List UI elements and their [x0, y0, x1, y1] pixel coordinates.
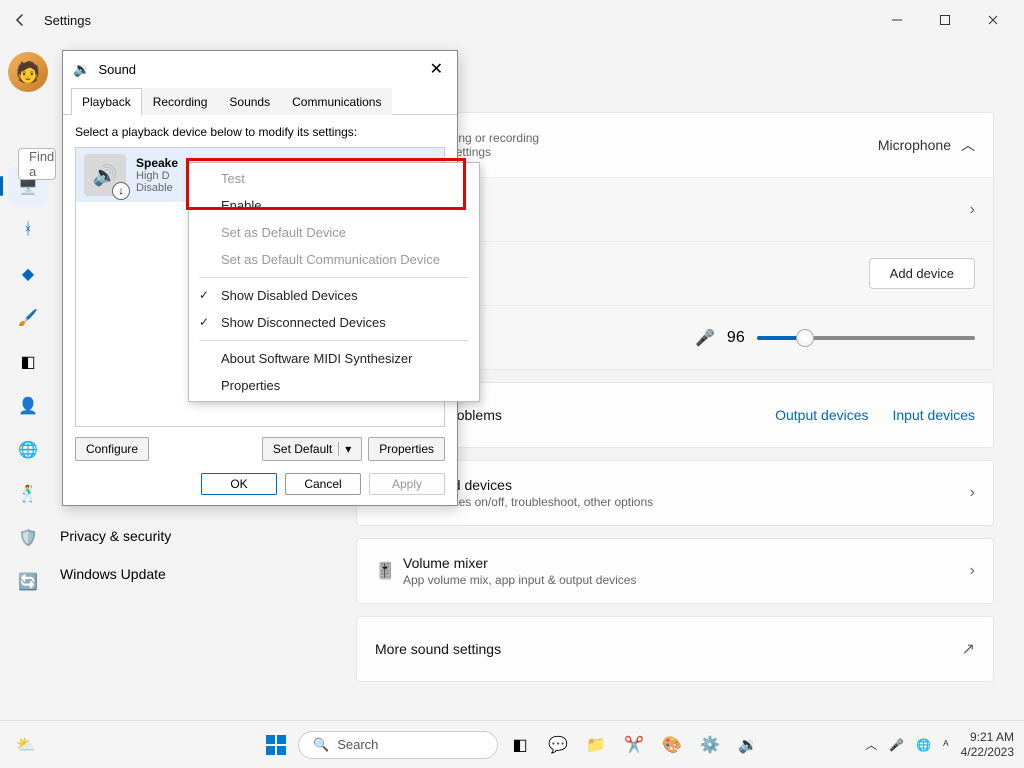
- close-button[interactable]: [970, 5, 1016, 35]
- properties-button[interactable]: Properties: [368, 437, 445, 461]
- output-devices-link[interactable]: Output devices: [775, 407, 868, 423]
- chat-icon[interactable]: 💬: [542, 729, 574, 761]
- device-driver: High D: [136, 170, 178, 182]
- disabled-overlay-icon: ↓: [112, 182, 130, 200]
- titlebar: Settings: [0, 0, 1024, 40]
- tab-sounds[interactable]: Sounds: [218, 88, 281, 115]
- tab-playback[interactable]: Playback: [71, 88, 142, 115]
- set-default-button[interactable]: Set Default: [262, 437, 362, 461]
- menu-properties[interactable]: Properties: [189, 372, 479, 399]
- menu-test[interactable]: Test: [189, 165, 479, 192]
- tray-mic-icon[interactable]: 🎤: [889, 738, 904, 752]
- device-name: Speake: [136, 156, 178, 170]
- mixer-title: Volume mixer: [403, 555, 970, 571]
- more-settings-panel: More sound settings ↗: [356, 616, 994, 682]
- input-devices-link[interactable]: Input devices: [893, 407, 976, 423]
- nav-network[interactable]: ◆: [8, 254, 48, 294]
- clock-time: 9:21 AM: [961, 730, 1014, 744]
- all-devices-title: All sound devices: [403, 477, 970, 493]
- nav-personalization[interactable]: 🖌️: [8, 298, 48, 338]
- tab-communications[interactable]: Communications: [281, 88, 392, 115]
- menu-set-default[interactable]: Set as Default Device: [189, 219, 479, 246]
- clock[interactable]: 9:21 AM 4/22/2023: [961, 730, 1014, 759]
- nav-time[interactable]: 🌐: [8, 430, 48, 470]
- more-settings-row[interactable]: More sound settings ↗: [357, 617, 993, 681]
- tab-recording[interactable]: Recording: [142, 88, 219, 115]
- sound-panel-icon[interactable]: 🔉: [732, 729, 764, 761]
- settings-search-input[interactable]: Find a: [18, 148, 56, 180]
- nav-bluetooth[interactable]: ᚼ: [8, 210, 48, 250]
- taskbar: ⛅ 🔍 Search ◧ 💬 📁 ✂️ 🎨 ⚙️ 🔉 ︿ 🎤 🌐 ᴬ 9:21 …: [0, 720, 1024, 768]
- chevron-up-icon: ︿: [961, 135, 975, 155]
- user-avatar[interactable]: 🧑: [8, 52, 48, 92]
- external-link-icon: ↗: [962, 639, 975, 659]
- clock-date: 4/22/2023: [961, 745, 1014, 759]
- sidebar-item-update[interactable]: Windows Update: [60, 566, 171, 582]
- mixer-row[interactable]: 🎚️ Volume mixer App volume mix, app inpu…: [357, 539, 993, 603]
- menu-show-disabled[interactable]: Show Disabled Devices: [189, 282, 479, 309]
- mixer-panel: 🎚️ Volume mixer App volume mix, app inpu…: [356, 538, 994, 604]
- tray-chevron-icon[interactable]: ︿: [865, 736, 877, 753]
- dialog-tabs: Playback Recording Sounds Communications: [63, 87, 457, 115]
- menu-show-disconnected[interactable]: Show Disconnected Devices: [189, 309, 479, 336]
- cancel-button[interactable]: Cancel: [285, 473, 361, 495]
- tray-language-icon[interactable]: ᴬ: [943, 738, 948, 752]
- device-context-menu: Test Enable Set as Default Device Set as…: [188, 162, 480, 402]
- dialog-hint: Select a playback device below to modify…: [75, 125, 445, 139]
- tray-network-icon[interactable]: 🌐: [916, 738, 931, 752]
- mic-icon: 🎤: [695, 328, 715, 348]
- add-device-button[interactable]: Add device: [869, 258, 975, 289]
- device-status: Disable: [136, 182, 178, 194]
- menu-separator: [199, 340, 469, 341]
- sound-dialog-title: Sound: [98, 62, 136, 77]
- settings-icon[interactable]: ⚙️: [694, 729, 726, 761]
- menu-separator: [199, 277, 469, 278]
- start-button[interactable]: [260, 729, 292, 761]
- dialog-close-button[interactable]: ✕: [426, 59, 447, 79]
- back-button[interactable]: [8, 8, 32, 32]
- search-placeholder: Find a: [29, 149, 54, 179]
- menu-about-midi[interactable]: About Software MIDI Synthesizer: [189, 345, 479, 372]
- task-view[interactable]: ◧: [504, 729, 536, 761]
- nav-update[interactable]: 🔄: [8, 562, 48, 602]
- nav-accessibility[interactable]: 🕺: [8, 474, 48, 514]
- volume-value: 96: [727, 329, 745, 347]
- maximize-button[interactable]: [922, 5, 968, 35]
- ok-button[interactable]: OK: [201, 473, 277, 495]
- file-explorer-icon[interactable]: 📁: [580, 729, 612, 761]
- sound-dialog-icon: 🔉: [73, 61, 90, 78]
- paint-icon[interactable]: 🎨: [656, 729, 688, 761]
- more-settings-label: More sound settings: [375, 641, 962, 657]
- all-devices-sub: Turn devices on/off, troubleshoot, other…: [403, 495, 970, 509]
- speaker-icon: 🔊↓: [84, 154, 126, 196]
- volume-control[interactable]: 🎤 96: [695, 328, 975, 348]
- sidebar-item-privacy[interactable]: Privacy & security: [60, 528, 171, 544]
- mixer-icon: 🎚️: [375, 561, 403, 581]
- chevron-right-icon: ›: [970, 484, 975, 502]
- sidebar-labels: Privacy & security Windows Update: [60, 528, 171, 582]
- nav-privacy[interactable]: 🛡️: [8, 518, 48, 558]
- taskbar-search[interactable]: 🔍 Search: [298, 731, 498, 759]
- taskbar-search-label: Search: [337, 737, 378, 752]
- weather-widget[interactable]: ⛅: [10, 729, 42, 761]
- sidebar: 🧑 🖥️ ᚼ ◆ 🖌️ ◧ 👤 🌐 🕺 🛡️ 🔄: [0, 40, 56, 720]
- volume-slider[interactable]: [757, 336, 975, 340]
- snipping-tool-icon[interactable]: ✂️: [618, 729, 650, 761]
- mixer-sub: App volume mix, app input & output devic…: [403, 573, 970, 587]
- configure-button[interactable]: Configure: [75, 437, 149, 461]
- search-icon: 🔍: [313, 737, 329, 753]
- microphone-label: Microphone: [878, 137, 951, 153]
- nav-accounts[interactable]: 👤: [8, 386, 48, 426]
- menu-enable[interactable]: Enable: [189, 192, 479, 219]
- chevron-right-icon: ›: [970, 201, 975, 219]
- menu-set-default-comm[interactable]: Set as Default Communication Device: [189, 246, 479, 273]
- window-title: Settings: [44, 13, 91, 28]
- chevron-right-icon: ›: [970, 562, 975, 580]
- system-tray[interactable]: ︿ 🎤 🌐 ᴬ 9:21 AM 4/22/2023: [865, 730, 1014, 759]
- minimize-button[interactable]: [874, 5, 920, 35]
- microphone-dropdown[interactable]: Microphone ︿: [878, 135, 975, 155]
- apply-button[interactable]: Apply: [369, 473, 445, 495]
- nav-apps[interactable]: ◧: [8, 342, 48, 382]
